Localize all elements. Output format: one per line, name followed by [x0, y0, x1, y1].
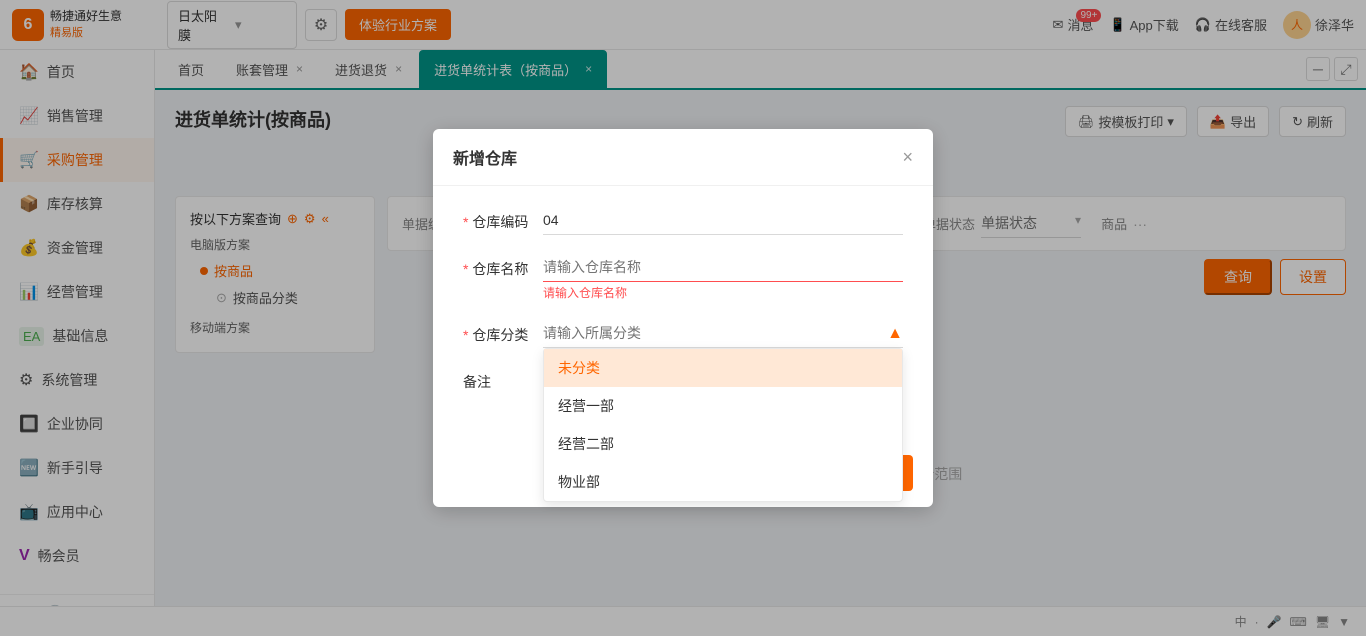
category-dropdown-toggle[interactable]: ▲ [887, 325, 903, 343]
code-field [543, 206, 903, 235]
category-field: ▲ 未分类 经营一部 经营二部 物业部 [543, 319, 903, 348]
code-label: 仓库编码 [463, 206, 543, 232]
category-select-wrapper: ▲ [543, 319, 903, 348]
dropdown-item-uncategorized[interactable]: 未分类 [544, 349, 902, 387]
modal-close-button[interactable]: × [902, 147, 913, 168]
code-input[interactable] [543, 206, 903, 235]
name-error-text: 请输入仓库名称 [543, 284, 903, 301]
dropdown-item-property[interactable]: 物业部 [544, 463, 902, 501]
name-input[interactable] [543, 253, 903, 282]
note-label: 备注 [463, 366, 543, 392]
category-dropdown-list: 未分类 经营一部 经营二部 物业部 [543, 348, 903, 502]
dropdown-item-operations2[interactable]: 经营二部 [544, 425, 902, 463]
add-warehouse-modal: 新增仓库 × 仓库编码 仓库名称 请输入仓库名称 仓库分 [433, 129, 933, 507]
modal-title: 新增仓库 [453, 145, 517, 169]
form-row-name: 仓库名称 请输入仓库名称 [463, 253, 903, 301]
category-label: 仓库分类 [463, 319, 543, 345]
category-input[interactable] [543, 319, 903, 348]
modal-backdrop[interactable]: 新增仓库 × 仓库编码 仓库名称 请输入仓库名称 仓库分 [0, 0, 1366, 636]
modal-header: 新增仓库 × [433, 129, 933, 186]
modal-body: 仓库编码 仓库名称 请输入仓库名称 仓库分类 ▲ [433, 186, 933, 443]
form-row-code: 仓库编码 [463, 206, 903, 235]
name-field: 请输入仓库名称 [543, 253, 903, 301]
dropdown-item-operations1[interactable]: 经营一部 [544, 387, 902, 425]
name-label: 仓库名称 [463, 253, 543, 279]
form-row-category: 仓库分类 ▲ 未分类 经营一部 经营二部 物业部 [463, 319, 903, 348]
